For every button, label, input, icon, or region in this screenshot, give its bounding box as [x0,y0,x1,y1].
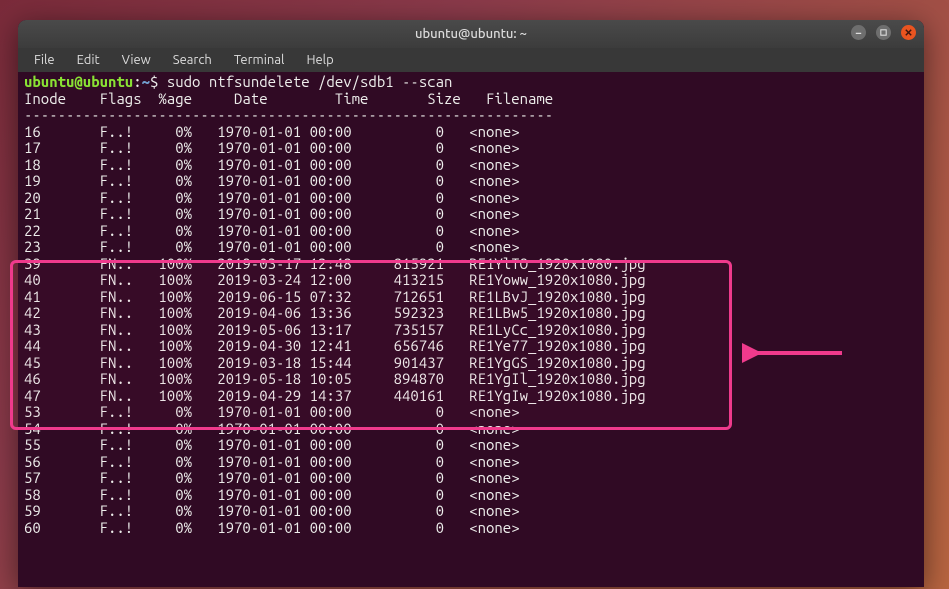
close-icon [904,28,913,37]
window-controls [851,25,916,40]
menu-file[interactable]: File [24,50,65,70]
titlebar[interactable]: ubuntu@ubuntu: ~ [18,20,924,48]
terminal-window: ubuntu@ubuntu: ~ File Edit View Search T… [18,20,924,587]
window-title: ubuntu@ubuntu: ~ [415,27,527,41]
menu-view[interactable]: View [112,50,161,70]
menu-help[interactable]: Help [296,50,343,70]
menu-search[interactable]: Search [163,50,222,70]
menubar: File Edit View Search Terminal Help [18,48,924,72]
maximize-icon [879,28,888,37]
menu-terminal[interactable]: Terminal [224,50,295,70]
maximize-button[interactable] [876,25,891,40]
close-button[interactable] [901,25,916,40]
minimize-button[interactable] [851,25,866,40]
minimize-icon [854,28,863,37]
terminal-output[interactable]: ubuntu@ubuntu:~$ sudo ntfsundelete /dev/… [18,72,924,538]
menu-edit[interactable]: Edit [67,50,110,70]
